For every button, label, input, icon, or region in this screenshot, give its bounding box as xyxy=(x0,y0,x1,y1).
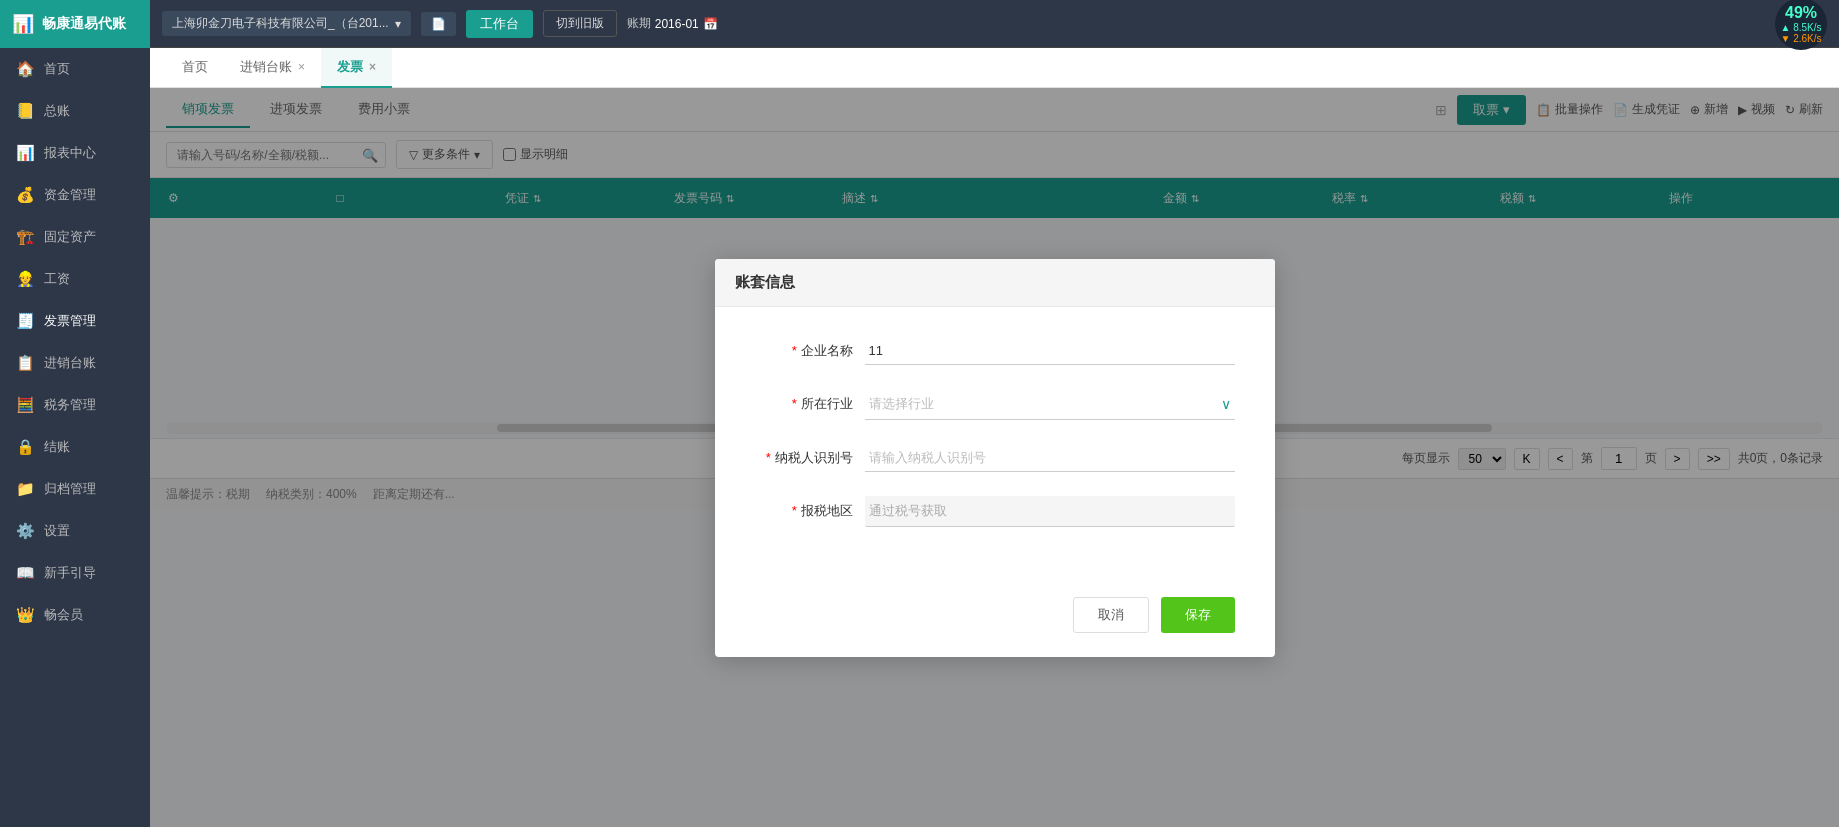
sidebar-item-label: 固定资产 xyxy=(44,228,96,246)
industry-label: * 所在行业 xyxy=(755,395,865,413)
sidebar-item-tax[interactable]: 🧮 税务管理 xyxy=(0,384,150,426)
sidebar-item-label: 发票管理 xyxy=(44,312,96,330)
save-button[interactable]: 保存 xyxy=(1161,597,1235,633)
sidebar-item-label: 首页 xyxy=(44,60,70,78)
sidebar-item-invoice[interactable]: 🧾 发票管理 xyxy=(0,300,150,342)
sidebar-item-guide[interactable]: 📖 新手引导 xyxy=(0,552,150,594)
sidebar-item-home[interactable]: 🏠 首页 xyxy=(0,48,150,90)
modal-overlay: 账套信息 * 企业名称 * xyxy=(150,88,1839,827)
sidebar-item-salary[interactable]: 👷 工资 xyxy=(0,258,150,300)
tab-invoice[interactable]: 发票 × xyxy=(321,48,392,88)
sidebar-item-label: 结账 xyxy=(44,438,70,456)
modal-account-info: 账套信息 * 企业名称 * xyxy=(715,259,1275,657)
tax-id-input[interactable] xyxy=(865,444,1235,472)
sidebar-logo: 📊 畅康通易代账 xyxy=(0,0,150,48)
tax-region-label: * 报税地区 xyxy=(755,502,865,520)
archive-icon: 📁 xyxy=(16,480,34,498)
member-icon: 👑 xyxy=(16,606,34,624)
logo-icon: 📊 xyxy=(12,13,34,35)
sidebar-item-purchase-sales[interactable]: 📋 进销台账 xyxy=(0,342,150,384)
cancel-button[interactable]: 取消 xyxy=(1073,597,1149,633)
sidebar-item-label: 工资 xyxy=(44,270,70,288)
invoice-icon: 🧾 xyxy=(16,312,34,330)
tab-bar: 首页 进销台账 × 发票 × xyxy=(150,48,1839,88)
logo-text: 畅康通易代账 xyxy=(42,15,126,33)
sidebar-item-label: 畅会员 xyxy=(44,606,83,624)
funds-icon: 💰 xyxy=(16,186,34,204)
tax-id-label: * 纳税人识别号 xyxy=(755,449,865,467)
sidebar-item-ledger[interactable]: 📒 总账 xyxy=(0,90,150,132)
sidebar-item-assets[interactable]: 🏗️ 固定资产 xyxy=(0,216,150,258)
home-icon: 🏠 xyxy=(16,60,34,78)
industry-select[interactable]: 请选择行业 ∨ xyxy=(865,389,1235,420)
main-content: 上海卯金刀电子科技有限公司_（台201... ▾ 📄 工作台 切到旧版 账期 2… xyxy=(150,0,1839,827)
settings-icon: ⚙️ xyxy=(16,522,34,540)
form-row-tax-id: * 纳税人识别号 xyxy=(755,444,1235,472)
period-label: 账期 2016-01 📅 xyxy=(627,15,718,32)
content-area: 销项发票 进项发票 费用小票 ⊞ 取票 ▾ 📋 批 xyxy=(150,88,1839,827)
switch-old-button[interactable]: 切到旧版 xyxy=(543,10,617,37)
tab-purchase-sales[interactable]: 进销台账 × xyxy=(224,48,321,88)
sidebar-item-label: 报表中心 xyxy=(44,144,96,162)
speed-indicator: 49% ▲ 8.5K/s ▼ 2.6K/s xyxy=(1775,0,1827,50)
tab-close-purchase-sales[interactable]: × xyxy=(298,60,305,74)
guide-icon: 📖 xyxy=(16,564,34,582)
calendar-icon[interactable]: 📅 xyxy=(703,17,718,31)
sidebar-item-label: 新手引导 xyxy=(44,564,96,582)
doc-icon-button[interactable]: 📄 xyxy=(421,12,456,36)
company-name-label: * 企业名称 xyxy=(755,342,865,360)
company-name: 上海卯金刀电子科技有限公司_（台201... xyxy=(172,15,389,32)
sidebar-item-label: 进销台账 xyxy=(44,354,96,372)
salary-icon: 👷 xyxy=(16,270,34,288)
reports-icon: 📊 xyxy=(16,144,34,162)
purchase-sales-icon: 📋 xyxy=(16,354,34,372)
tax-icon: 🧮 xyxy=(16,396,34,414)
form-row-tax-region: * 报税地区 通过税号获取 xyxy=(755,496,1235,527)
company-selector[interactable]: 上海卯金刀电子科技有限公司_（台201... ▾ xyxy=(162,11,411,36)
sidebar-item-close[interactable]: 🔒 结账 xyxy=(0,426,150,468)
modal-title: 账套信息 xyxy=(715,259,1275,307)
close-accounts-icon: 🔒 xyxy=(16,438,34,456)
sidebar-item-settings[interactable]: ⚙️ 设置 xyxy=(0,510,150,552)
sidebar-item-label: 归档管理 xyxy=(44,480,96,498)
tax-region-field: 通过税号获取 xyxy=(865,496,1235,527)
top-header: 上海卯金刀电子科技有限公司_（台201... ▾ 📄 工作台 切到旧版 账期 2… xyxy=(150,0,1839,48)
sidebar-item-archive[interactable]: 📁 归档管理 xyxy=(0,468,150,510)
sidebar: 📊 畅康通易代账 🏠 首页 📒 总账 📊 报表中心 💰 资金管理 🏗️ 固定资产… xyxy=(0,0,150,827)
sidebar-item-label: 税务管理 xyxy=(44,396,96,414)
sidebar-item-member[interactable]: 👑 畅会员 xyxy=(0,594,150,636)
sidebar-item-label: 设置 xyxy=(44,522,70,540)
form-row-industry: * 所在行业 请选择行业 ∨ xyxy=(755,389,1235,420)
modal-footer: 取消 保存 xyxy=(715,581,1275,657)
dropdown-icon: ▾ xyxy=(395,17,401,31)
sidebar-item-reports[interactable]: 📊 报表中心 xyxy=(0,132,150,174)
company-name-input[interactable] xyxy=(865,337,1235,365)
sidebar-item-funds[interactable]: 💰 资金管理 xyxy=(0,174,150,216)
assets-icon: 🏗️ xyxy=(16,228,34,246)
tab-home[interactable]: 首页 xyxy=(166,48,224,88)
sidebar-item-label: 总账 xyxy=(44,102,70,120)
tab-close-invoice[interactable]: × xyxy=(369,60,376,74)
form-row-company: * 企业名称 xyxy=(755,337,1235,365)
ledger-icon: 📒 xyxy=(16,102,34,120)
sidebar-item-label: 资金管理 xyxy=(44,186,96,204)
select-arrow-icon: ∨ xyxy=(1221,396,1231,412)
workbench-button[interactable]: 工作台 xyxy=(466,10,533,38)
modal-body: * 企业名称 * 所在行业 请选择行业 xyxy=(715,307,1275,581)
